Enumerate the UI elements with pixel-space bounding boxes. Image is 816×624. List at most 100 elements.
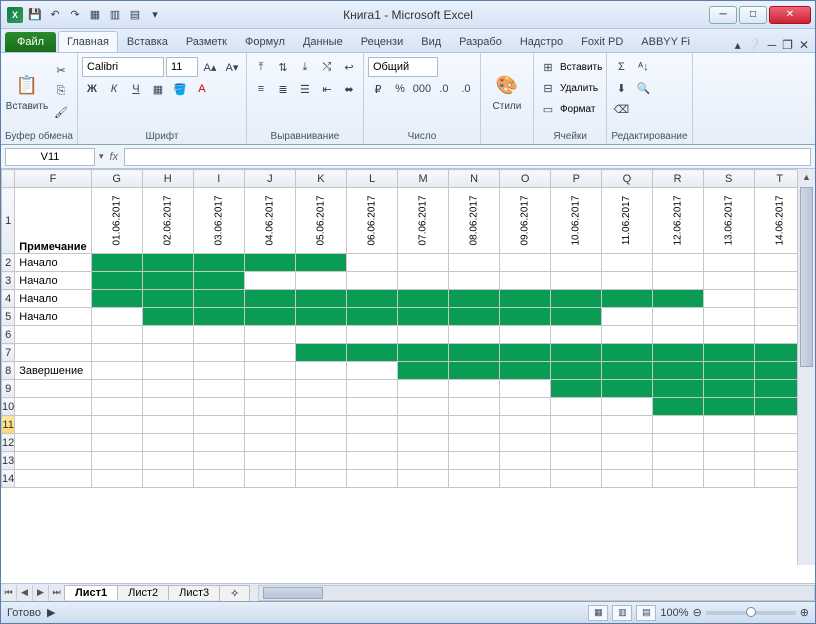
format-cells-label[interactable]: Формат bbox=[560, 104, 596, 115]
cell-F2[interactable]: Начало bbox=[15, 254, 91, 272]
cell-H11[interactable] bbox=[142, 416, 193, 434]
cell-O5[interactable] bbox=[500, 308, 551, 326]
horizontal-scrollbar[interactable] bbox=[258, 585, 815, 601]
cell-M11[interactable] bbox=[398, 416, 449, 434]
inc-decimal-icon[interactable]: .0 bbox=[434, 79, 454, 99]
dec-decimal-icon[interactable]: .0 bbox=[456, 79, 476, 99]
qat-icon-1[interactable]: ▦ bbox=[87, 7, 103, 23]
cell-O8[interactable] bbox=[500, 362, 551, 380]
cell-G5[interactable] bbox=[91, 308, 142, 326]
cell-P12[interactable] bbox=[551, 434, 602, 452]
cell-J5[interactable] bbox=[244, 308, 295, 326]
row-header-2[interactable]: 2 bbox=[2, 254, 15, 272]
cell-F3[interactable]: Начало bbox=[15, 272, 91, 290]
cell-O9[interactable] bbox=[500, 380, 551, 398]
cell-N9[interactable] bbox=[449, 380, 500, 398]
cell-R13[interactable] bbox=[652, 452, 703, 470]
row-header-4[interactable]: 4 bbox=[2, 290, 15, 308]
cell-N1[interactable]: 08.06.2017 bbox=[449, 188, 500, 254]
cell-S6[interactable] bbox=[703, 326, 754, 344]
cell-J10[interactable] bbox=[244, 398, 295, 416]
paste-button[interactable]: 📋 Вставить bbox=[5, 55, 49, 128]
tab-layout[interactable]: Разметк bbox=[177, 31, 236, 52]
cell-S3[interactable] bbox=[703, 272, 754, 290]
cell-P3[interactable] bbox=[551, 272, 602, 290]
cell-F6[interactable] bbox=[15, 326, 91, 344]
cell-I5[interactable] bbox=[193, 308, 244, 326]
cell-J8[interactable] bbox=[244, 362, 295, 380]
cell-F10[interactable] bbox=[15, 398, 91, 416]
cell-K14[interactable] bbox=[295, 470, 346, 488]
row-header-10[interactable]: 10 bbox=[2, 398, 15, 416]
cell-L7[interactable] bbox=[346, 344, 397, 362]
cell-N12[interactable] bbox=[449, 434, 500, 452]
cell-F14[interactable] bbox=[15, 470, 91, 488]
bold-button[interactable]: Ж bbox=[82, 79, 102, 99]
cell-P13[interactable] bbox=[551, 452, 602, 470]
minimize-button[interactable]: ─ bbox=[709, 6, 737, 24]
macro-icon[interactable]: ▶ bbox=[47, 606, 55, 619]
cell-N8[interactable] bbox=[449, 362, 500, 380]
cell-M6[interactable] bbox=[398, 326, 449, 344]
sheet-tab-1[interactable]: Лист1 bbox=[64, 585, 118, 600]
cell-I4[interactable] bbox=[193, 290, 244, 308]
comma-icon[interactable]: 000 bbox=[412, 79, 432, 99]
align-bottom-icon[interactable]: ⤓ bbox=[295, 57, 315, 77]
find-icon[interactable]: 🔍 bbox=[633, 78, 653, 98]
row-header-6[interactable]: 6 bbox=[2, 326, 15, 344]
cell-O2[interactable] bbox=[500, 254, 551, 272]
cell-L10[interactable] bbox=[346, 398, 397, 416]
col-header-P[interactable]: P bbox=[551, 170, 602, 188]
zoom-out-button[interactable]: ⊖ bbox=[693, 606, 702, 619]
tab-review[interactable]: Рецензи bbox=[352, 31, 413, 52]
cell-I10[interactable] bbox=[193, 398, 244, 416]
cell-Q4[interactable] bbox=[602, 290, 652, 308]
cell-G1[interactable]: 01.06.2017 bbox=[91, 188, 142, 254]
cell-M14[interactable] bbox=[398, 470, 449, 488]
shrink-font-icon[interactable]: A▾ bbox=[222, 57, 242, 77]
align-right-icon[interactable]: ☰ bbox=[295, 79, 315, 99]
cell-P9[interactable] bbox=[551, 380, 602, 398]
tab-formulas[interactable]: Формул bbox=[236, 31, 294, 52]
vscroll-thumb[interactable] bbox=[800, 187, 813, 367]
cell-Q9[interactable] bbox=[602, 380, 652, 398]
cell-G6[interactable] bbox=[91, 326, 142, 344]
cell-N11[interactable] bbox=[449, 416, 500, 434]
cell-P2[interactable] bbox=[551, 254, 602, 272]
cell-N2[interactable] bbox=[449, 254, 500, 272]
cell-I3[interactable] bbox=[193, 272, 244, 290]
cell-R9[interactable] bbox=[652, 380, 703, 398]
tab-data[interactable]: Данные bbox=[294, 31, 352, 52]
col-header-M[interactable]: M bbox=[398, 170, 449, 188]
cell-J12[interactable] bbox=[244, 434, 295, 452]
cell-N5[interactable] bbox=[449, 308, 500, 326]
cell-N14[interactable] bbox=[449, 470, 500, 488]
cell-H8[interactable] bbox=[142, 362, 193, 380]
tab-view[interactable]: Вид bbox=[412, 31, 450, 52]
cell-F12[interactable] bbox=[15, 434, 91, 452]
cell-R2[interactable] bbox=[652, 254, 703, 272]
font-name-select[interactable] bbox=[82, 57, 164, 77]
cell-F7[interactable] bbox=[15, 344, 91, 362]
clear-icon[interactable]: ⌫ bbox=[611, 99, 631, 119]
cell-L9[interactable] bbox=[346, 380, 397, 398]
row-header-11[interactable]: 11 bbox=[2, 416, 15, 434]
col-header-F[interactable]: F bbox=[15, 170, 91, 188]
formula-input[interactable] bbox=[124, 148, 811, 166]
cell-R6[interactable] bbox=[652, 326, 703, 344]
cell-Q10[interactable] bbox=[602, 398, 652, 416]
cell-N6[interactable] bbox=[449, 326, 500, 344]
cell-H2[interactable] bbox=[142, 254, 193, 272]
cell-S8[interactable] bbox=[703, 362, 754, 380]
cell-S7[interactable] bbox=[703, 344, 754, 362]
cell-L4[interactable] bbox=[346, 290, 397, 308]
cell-R12[interactable] bbox=[652, 434, 703, 452]
cell-R5[interactable] bbox=[652, 308, 703, 326]
fill-color-button[interactable]: 🪣 bbox=[170, 79, 190, 99]
name-box[interactable] bbox=[5, 148, 95, 166]
cut-icon[interactable]: ✂ bbox=[51, 61, 71, 81]
col-header-N[interactable]: N bbox=[449, 170, 500, 188]
cell-H4[interactable] bbox=[142, 290, 193, 308]
cell-H7[interactable] bbox=[142, 344, 193, 362]
cell-Q11[interactable] bbox=[602, 416, 652, 434]
